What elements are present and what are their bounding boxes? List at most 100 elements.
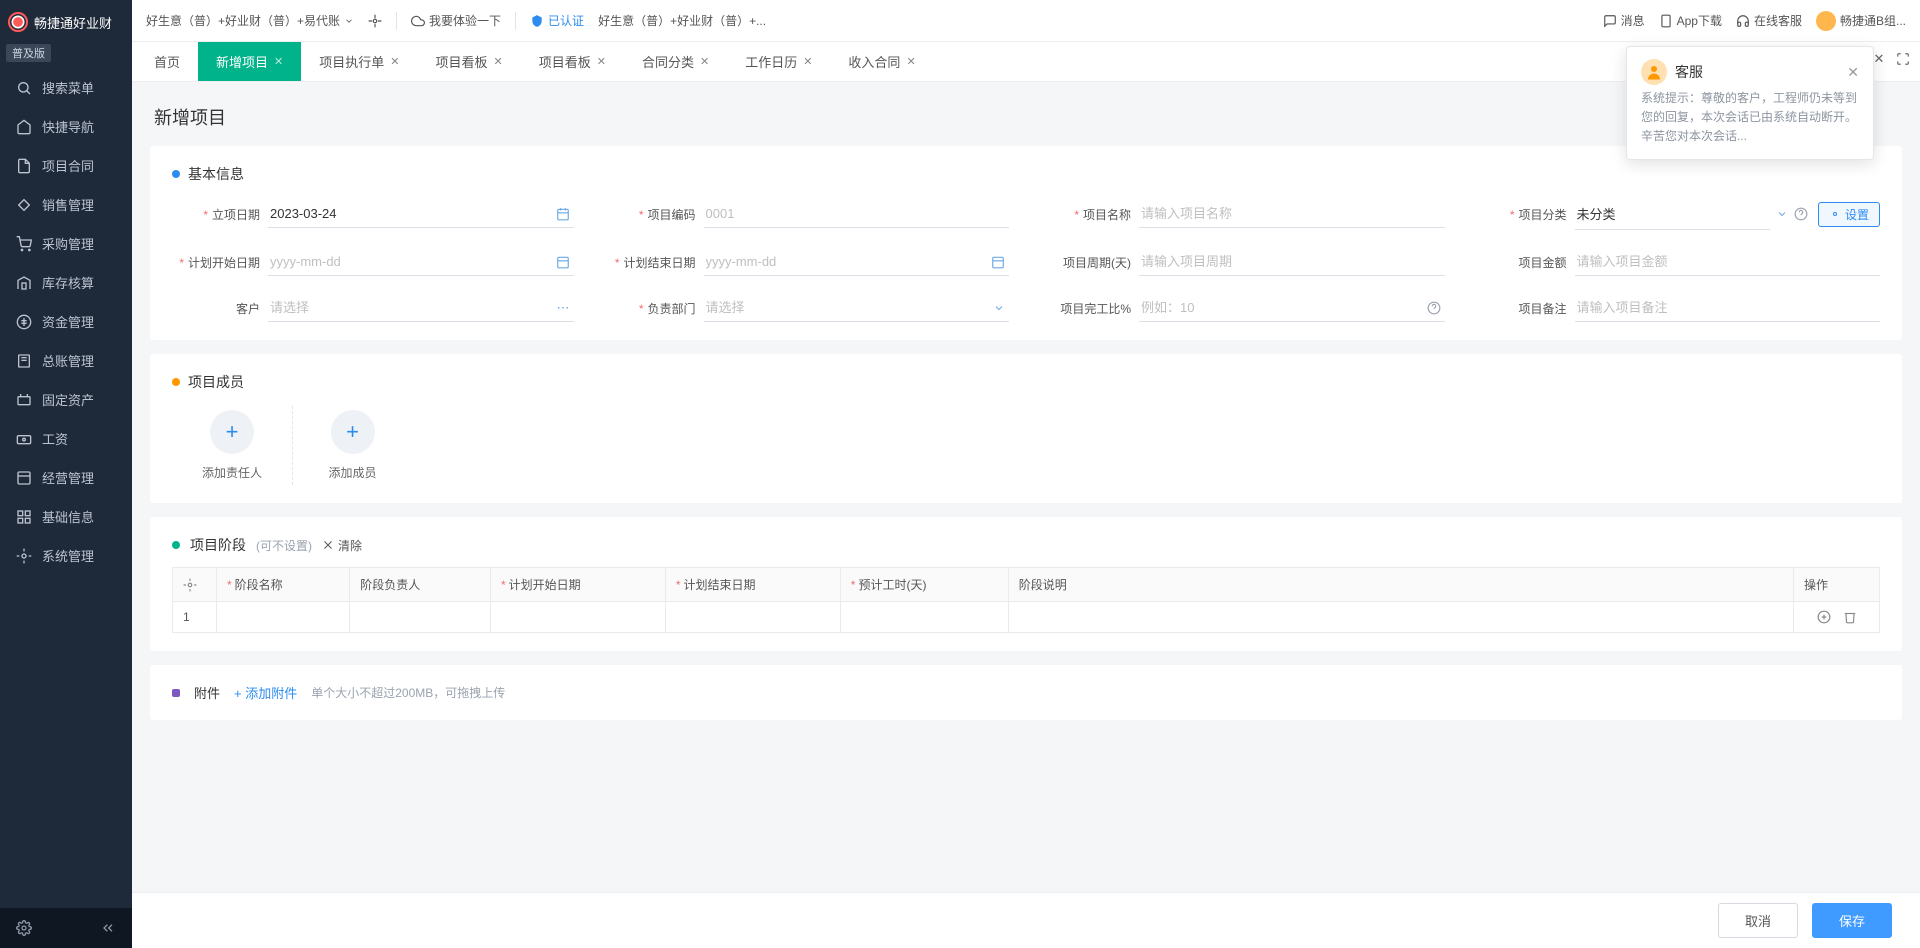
sidebar-item-12[interactable]: 系统管理 [0,536,132,575]
help-icon[interactable] [1794,207,1808,221]
cell-desc[interactable] [1008,602,1793,633]
app-download-button[interactable]: App下载 [1659,12,1722,29]
period-input[interactable] [1139,248,1445,276]
sidebar-item-4[interactable]: 采购管理 [0,224,132,263]
basic-info-card: 基本信息 立项日期 项目编码 [150,146,1902,340]
sidebar-item-label: 销售管理 [42,195,94,214]
service-popup-close[interactable]: ✕ [1847,64,1859,81]
add-member-button[interactable]: + [331,410,375,454]
sidebar-item-label: 系统管理 [42,546,94,565]
tab-7[interactable]: 收入合同✕ [830,42,933,81]
th-name: 阶段名称 [217,568,350,602]
settings-icon[interactable] [16,920,32,936]
sidebar-item-9[interactable]: 工资 [0,419,132,458]
table-gear-header[interactable] [173,568,217,602]
doc-icon [16,158,32,174]
sidebar-item-6[interactable]: 资金管理 [0,302,132,341]
progress-label: 项目完工比% [1043,300,1131,317]
th-hours: 预计工时(天) [840,568,1008,602]
plan-start-input[interactable] [268,248,574,276]
section-dot-icon [172,541,180,549]
sidebar-item-3[interactable]: 销售管理 [0,185,132,224]
message-icon [1603,14,1617,28]
tab-close-icon[interactable]: ✕ [494,55,503,68]
tab-2[interactable]: 项目执行单✕ [301,42,417,81]
tab-close-icon[interactable]: ✕ [390,55,399,68]
tab-3[interactable]: 项目看板✕ [417,42,520,81]
sidebar-item-0[interactable]: 搜索菜单 [0,68,132,107]
row-add-button[interactable] [1817,610,1831,624]
tab-5[interactable]: 合同分类 ✕ [624,42,727,81]
sidebar-item-label: 资金管理 [42,312,94,331]
message-button[interactable]: 消息 [1603,12,1645,29]
product-combo-dropdown[interactable]: 好生意（普）+好业财（普）+易代账 [146,12,354,29]
collapse-icon[interactable] [100,920,116,936]
customer-input[interactable] [268,294,574,322]
tab-close-icon[interactable]: ✕ [597,55,606,68]
cert-badge[interactable]: 已认证 [530,12,584,29]
attach-add-button[interactable]: + 添加附件 [234,683,297,702]
save-button[interactable]: 保存 [1812,903,1892,938]
cell-hours[interactable] [840,602,1008,633]
service-popup-title: 客服 [1675,62,1703,82]
stages-clear-button[interactable]: 清除 [322,537,362,554]
attach-card: 附件 + 添加附件 单个大小不超过200MB，可拖拽上传 [150,665,1902,720]
product-combo-label: 好生意（普）+好业财（普）+易代账 [146,12,340,29]
classify-select[interactable]: 未分类 [1575,198,1770,230]
amount-input[interactable] [1575,248,1881,276]
cell-owner[interactable] [350,602,491,633]
name-input[interactable] [1139,200,1445,228]
sidebar-item-7[interactable]: 总账管理 [0,341,132,380]
row-delete-button[interactable] [1843,610,1857,624]
chevron-down-icon [344,16,354,26]
code-input[interactable] [704,200,1010,228]
date-create-input[interactable] [268,200,574,228]
tab-0[interactable]: 首页 [136,42,198,81]
salary-icon [16,431,32,447]
sidebar-item-label: 搜索菜单 [42,78,94,97]
cloud-icon [411,14,425,28]
tab-1[interactable]: 新增项目✕ [198,42,301,81]
tab-6[interactable]: 工作日历✕ [727,42,830,81]
tab-close-icon[interactable]: ✕ [803,55,812,68]
sidebar-item-10[interactable]: 经营管理 [0,458,132,497]
add-owner-button[interactable]: + [210,410,254,454]
tab-close-icon[interactable]: ✕ [274,55,283,68]
tab-label: 项目看板 [539,52,591,71]
settings-gear-icon[interactable] [368,14,382,28]
sidebar-item-2[interactable]: 项目合同 [0,146,132,185]
table-row: 1 [173,602,1880,633]
th-ops: 操作 [1794,568,1880,602]
service-popup-body: 系统提示：尊敬的客户，工程师仍未等到您的回复，本次会话已由系统自动断开。辛苦您对… [1641,89,1859,147]
cell-start[interactable] [490,602,665,633]
progress-input[interactable] [1139,294,1445,322]
classify-settings-button[interactable]: 设置 [1818,202,1880,227]
classify-label: 项目分类 [1479,206,1567,223]
sidebar-item-8[interactable]: 固定资产 [0,380,132,419]
chevron-down-icon [1776,208,1788,220]
cancel-button[interactable]: 取消 [1718,903,1798,938]
sidebar-item-11[interactable]: 基础信息 [0,497,132,536]
tab-close-icon[interactable]: ✕ [906,55,915,68]
dept-input[interactable] [704,294,1010,322]
th-start: 计划开始日期 [490,568,665,602]
biz-icon [16,470,32,486]
trial-link[interactable]: 我要体验一下 [411,12,501,29]
expand-icon[interactable] [1892,48,1914,70]
sidebar-item-5[interactable]: 库存核算 [0,263,132,302]
sidebar-item-label: 快捷导航 [42,117,94,136]
cell-end[interactable] [665,602,840,633]
cell-name[interactable] [217,602,350,633]
sidebar-item-1[interactable]: 快捷导航 [0,107,132,146]
plan-end-input[interactable] [704,248,1010,276]
tab-close-icon[interactable]: ✕ [700,55,709,68]
home-icon [16,119,32,135]
date-create-label: 立项日期 [172,206,260,223]
online-service-button[interactable]: 在线客服 [1736,12,1802,29]
tab-4[interactable]: 项目看板 ✕ [521,42,624,81]
content-scroll[interactable]: 新增项目 基本信息 立项日期 [132,82,1920,892]
tab-label: 合同分类 [642,52,694,71]
remark-input[interactable] [1575,294,1881,322]
user-menu[interactable]: 畅捷通B组... [1816,11,1906,31]
attach-hint: 单个大小不超过200MB，可拖拽上传 [311,684,505,701]
